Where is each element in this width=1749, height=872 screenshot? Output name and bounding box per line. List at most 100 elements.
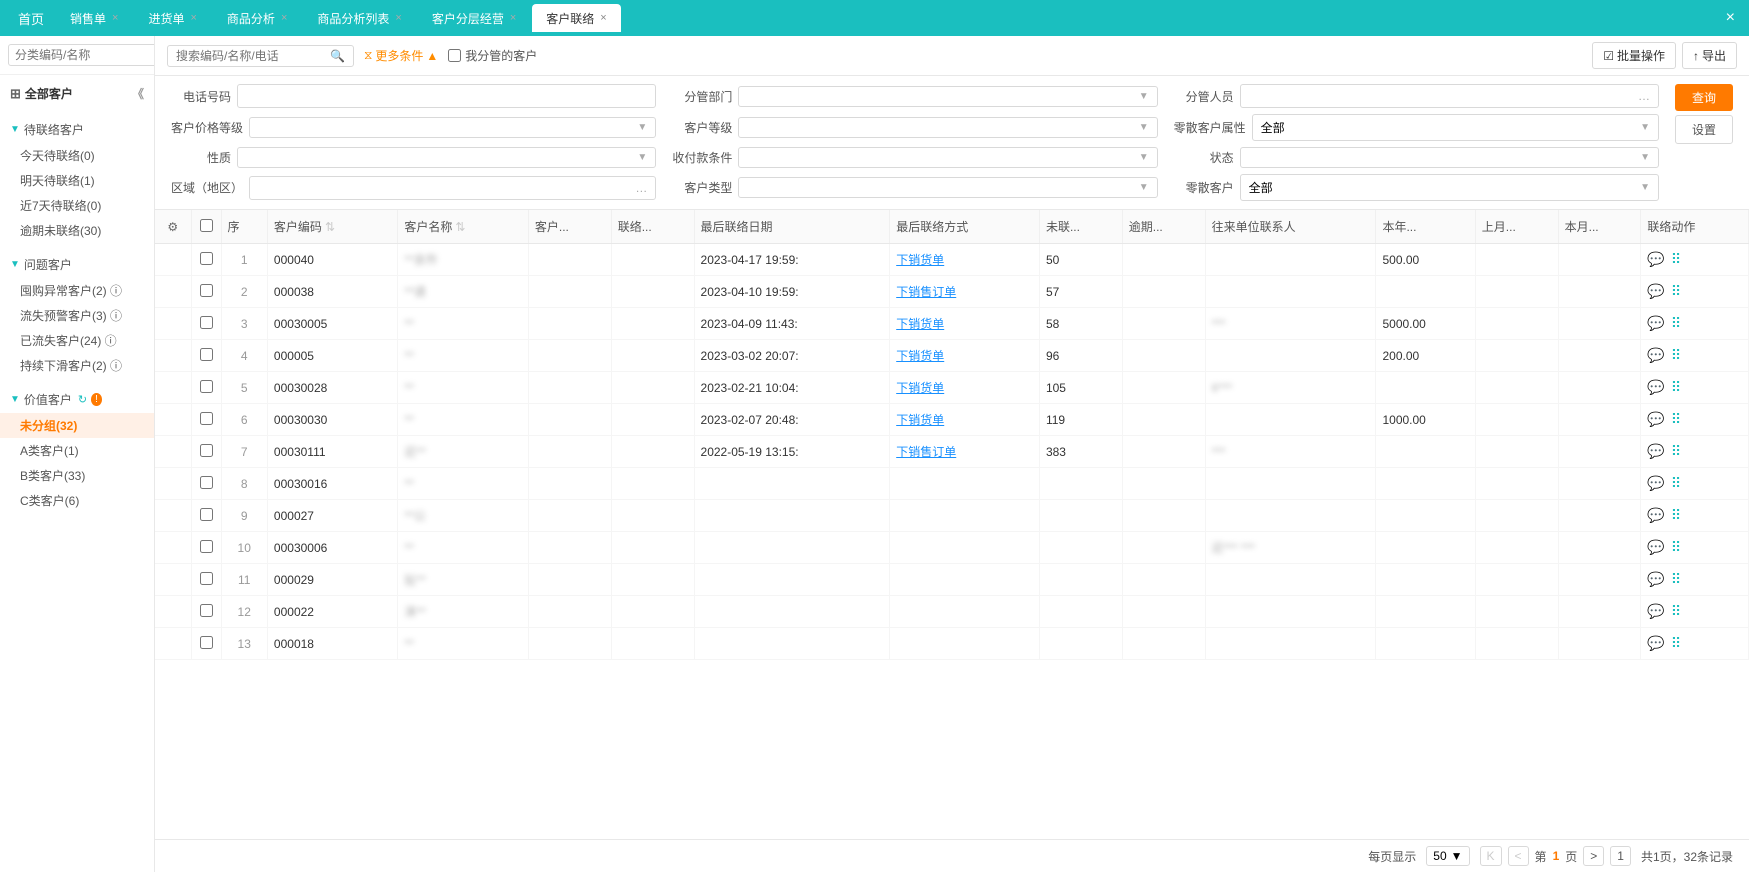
first-page-btn[interactable]: K [1480, 846, 1502, 866]
td-last-contact-type-5[interactable]: 下销货单 [890, 404, 1040, 436]
td-last-contact-type-0[interactable]: 下销货单 [890, 244, 1040, 276]
nav-tab-customer-contact[interactable]: 客户联络 × [532, 4, 620, 32]
chat-icon-10[interactable]: 💬 [1647, 571, 1664, 588]
row-checkbox-4[interactable] [200, 380, 213, 393]
region-select[interactable]: … [249, 176, 656, 200]
close-purchase-tab[interactable]: × [190, 12, 196, 24]
nav-tab-sales[interactable]: 销售单 × [56, 4, 132, 32]
nav-tab-analysis-list[interactable]: 商品分析列表 × [303, 4, 415, 32]
td-last-contact-type-6[interactable]: 下销售订单 [890, 436, 1040, 468]
row-checkbox-9[interactable] [200, 540, 213, 553]
sidebar-group-problem[interactable]: ▼ 问题客户 [0, 251, 154, 278]
menu-icon-12[interactable]: ⠿ [1671, 635, 1681, 652]
nav-tab-analysis[interactable]: 商品分析 × [213, 4, 301, 32]
td-last-contact-type-8[interactable] [890, 500, 1040, 532]
menu-icon-0[interactable]: ⠿ [1671, 251, 1681, 268]
my-customers-checkbox[interactable] [448, 49, 461, 62]
filter-more-btn[interactable]: ⧖ 更多条件 ▲ [364, 47, 438, 64]
nav-tab-purchase[interactable]: 进货单 × [134, 4, 210, 32]
collapse-icon[interactable]: 《 [132, 85, 144, 102]
status-select[interactable]: ▼ [1240, 147, 1659, 168]
sidebar-group-pending[interactable]: ▼ 待联络客户 [0, 116, 154, 143]
next-page-btn[interactable]: > [1583, 846, 1604, 866]
td-last-contact-type-7[interactable] [890, 468, 1040, 500]
refresh-icon[interactable]: ↻ [78, 393, 87, 406]
close-customer-layer-tab[interactable]: × [510, 12, 516, 24]
retail-customer-select[interactable]: 全部 ▼ [1240, 174, 1659, 201]
menu-icon-7[interactable]: ⠿ [1671, 475, 1681, 492]
sidebar-item-class-a[interactable]: A类客户(1) [0, 438, 154, 463]
query-button[interactable]: 查询 [1675, 84, 1733, 111]
nav-tab-customer-layer[interactable]: 客户分层经营 × [418, 4, 530, 32]
chat-icon-11[interactable]: 💬 [1647, 603, 1664, 620]
gear-icon[interactable]: ⚙ [167, 220, 178, 234]
sidebar-item-ungrouped[interactable]: 未分组(32) [0, 413, 154, 438]
reset-button[interactable]: 设置 [1675, 115, 1733, 144]
row-checkbox-11[interactable] [200, 604, 213, 617]
td-last-contact-type-10[interactable] [890, 564, 1040, 596]
close-sales-tab[interactable]: × [112, 12, 118, 24]
row-checkbox-7[interactable] [200, 476, 213, 489]
menu-icon-5[interactable]: ⠿ [1671, 411, 1681, 428]
sidebar-item-tomorrow[interactable]: 明天待联络(1) [0, 168, 154, 193]
filter-search-input[interactable] [176, 49, 326, 63]
chat-icon-9[interactable]: 💬 [1647, 539, 1664, 556]
chat-icon-3[interactable]: 💬 [1647, 347, 1664, 364]
sidebar-item-churn-warning[interactable]: 流失预警客户(3) ⓘ [0, 303, 154, 328]
menu-icon-2[interactable]: ⠿ [1671, 315, 1681, 332]
row-checkbox-5[interactable] [200, 412, 213, 425]
row-checkbox-0[interactable] [200, 252, 213, 265]
last-page-btn[interactable]: 1 [1610, 846, 1631, 866]
sidebar-item-abnormal[interactable]: 囤购异常客户(2) ⓘ [0, 278, 154, 303]
chat-icon-1[interactable]: 💬 [1647, 283, 1664, 300]
window-close-btn[interactable]: × [1720, 9, 1741, 27]
menu-icon-11[interactable]: ⠿ [1671, 603, 1681, 620]
chat-icon-7[interactable]: 💬 [1647, 475, 1664, 492]
sidebar-all-customers[interactable]: ⊞ 全部客户 《 [0, 79, 154, 108]
sidebar-item-declining[interactable]: 持续下滑客户(2) ⓘ [0, 353, 154, 378]
payment-select[interactable]: ▼ [738, 147, 1157, 168]
chat-icon-0[interactable]: 💬 [1647, 251, 1664, 268]
row-checkbox-12[interactable] [200, 636, 213, 649]
row-checkbox-3[interactable] [200, 348, 213, 361]
sidebar-item-class-c[interactable]: C类客户(6) [0, 488, 154, 513]
close-analysis-tab[interactable]: × [281, 12, 287, 24]
sidebar-item-today[interactable]: 今天待联络(0) [0, 143, 154, 168]
menu-icon-8[interactable]: ⠿ [1671, 507, 1681, 524]
td-last-contact-type-11[interactable] [890, 596, 1040, 628]
menu-icon-1[interactable]: ⠿ [1671, 283, 1681, 300]
close-customer-contact-tab[interactable]: × [600, 12, 606, 24]
sidebar-item-churned[interactable]: 已流失客户(24) ⓘ [0, 328, 154, 353]
nav-home[interactable]: 首页 [8, 9, 54, 28]
chat-icon-2[interactable]: 💬 [1647, 315, 1664, 332]
person-select[interactable]: … [1240, 84, 1659, 108]
retail-attr-select[interactable]: 全部 ▼ [1252, 114, 1659, 141]
phone-input[interactable] [237, 84, 656, 108]
select-all-checkbox[interactable] [200, 219, 213, 232]
chat-icon-12[interactable]: 💬 [1647, 635, 1664, 652]
page-size-select[interactable]: 50 ▼ [1426, 846, 1469, 866]
menu-icon-6[interactable]: ⠿ [1671, 443, 1681, 460]
filter-search-icon[interactable]: 🔍 [330, 49, 345, 63]
sidebar-item-7days[interactable]: 近7天待联络(0) [0, 193, 154, 218]
row-checkbox-6[interactable] [200, 444, 213, 457]
sidebar-item-class-b[interactable]: B类客户(33) [0, 463, 154, 488]
row-checkbox-8[interactable] [200, 508, 213, 521]
td-last-contact-type-12[interactable] [890, 628, 1040, 660]
nature-select[interactable]: ▼ [237, 147, 656, 168]
menu-icon-4[interactable]: ⠿ [1671, 379, 1681, 396]
row-checkbox-2[interactable] [200, 316, 213, 329]
row-checkbox-1[interactable] [200, 284, 213, 297]
sidebar-group-value[interactable]: ▼ 价值客户 ↻ ! [0, 386, 154, 413]
chat-icon-8[interactable]: 💬 [1647, 507, 1664, 524]
export-button[interactable]: ↑ 导出 [1682, 42, 1737, 69]
close-analysis-list-tab[interactable]: × [395, 12, 401, 24]
dept-select[interactable]: ▼ [738, 86, 1157, 107]
td-last-contact-type-2[interactable]: 下销货单 [890, 308, 1040, 340]
customer-type-select[interactable]: ▼ [738, 177, 1157, 198]
td-last-contact-type-9[interactable] [890, 532, 1040, 564]
prev-page-btn[interactable]: < [1508, 846, 1529, 866]
batch-op-button[interactable]: ☑ 批量操作 [1592, 42, 1676, 69]
chat-icon-4[interactable]: 💬 [1647, 379, 1664, 396]
price-level-select[interactable]: ▼ [249, 117, 656, 138]
